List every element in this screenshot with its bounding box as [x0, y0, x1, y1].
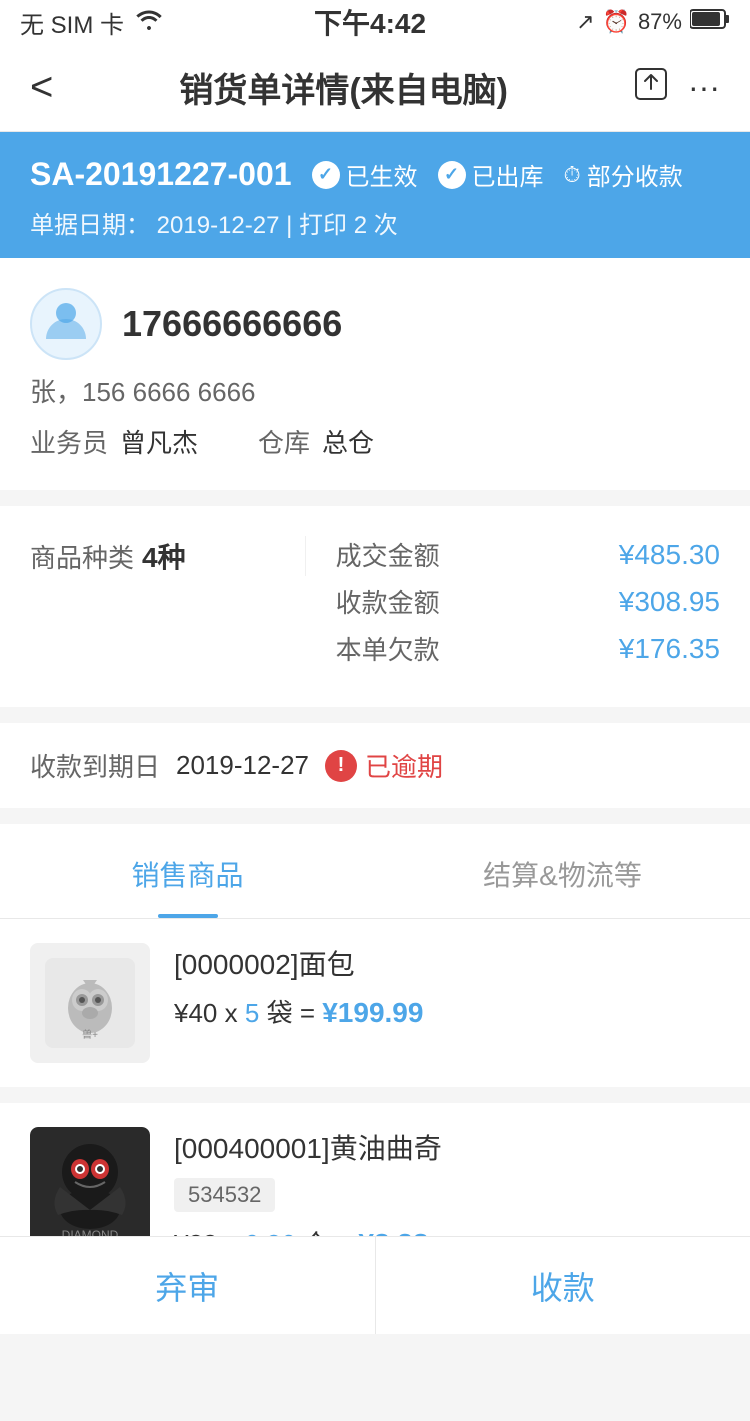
- price-total-1: ¥199.99: [322, 997, 423, 1028]
- confirm-button[interactable]: 收款: [376, 1237, 750, 1334]
- salesperson-label: 业务员: [30, 423, 108, 460]
- print-label: | 打印: [286, 212, 354, 239]
- nav-bar: < 销货单详情(来自电脑) ···: [0, 44, 750, 132]
- product-name-2: [000400001]黄油曲奇: [174, 1127, 720, 1167]
- order-id: SA-20191227-001: [30, 156, 292, 193]
- due-date-value: 2019-12-27: [176, 750, 309, 781]
- product-info-1: [0000002]面包 ¥40 x 5 袋 = ¥199.99: [174, 943, 720, 1030]
- price-x-1: x: [225, 998, 245, 1028]
- owl-dark-icon: DIAMOND: [30, 1127, 150, 1247]
- avatar: [30, 288, 102, 360]
- alarm-icon: ⏰: [603, 9, 630, 35]
- tabs: 销售商品 结算&物流等: [0, 824, 750, 919]
- product-item: 兽+ [0000002]面包 ¥40 x 5 袋 = ¥199.99: [0, 919, 750, 1087]
- product-tag-2: 534532: [174, 1178, 275, 1212]
- overdue-label: 已逾期: [365, 747, 443, 784]
- tab-sales-products[interactable]: 销售商品: [0, 824, 375, 918]
- status-right: ↗ ⏰ 87%: [576, 8, 730, 36]
- bottom-bar: 弃审 收款: [0, 1236, 750, 1334]
- due-date-label: 收款到期日: [30, 747, 160, 784]
- tab-settlement-label: 结算&物流等: [483, 860, 642, 891]
- customer-card: 17666666666 张，156 6666 6666 业务员 曾凡杰 仓库 总…: [0, 258, 750, 490]
- warehouse-value: 总仓: [322, 423, 374, 460]
- received-value: ¥308.95: [619, 586, 720, 618]
- confirm-label: 收款: [531, 1263, 595, 1309]
- salesperson-value: 曾凡杰: [120, 423, 198, 460]
- tab-sales-products-label: 销售商品: [131, 860, 243, 891]
- banner-sub: 单据日期： 2019-12-27 | 打印 2 次: [30, 205, 720, 240]
- badge-activated: ✓ 已生效: [312, 157, 418, 192]
- tab-settlement[interactable]: 结算&物流等: [375, 824, 750, 918]
- product-price-1: ¥40 x 5 袋 = ¥199.99: [174, 993, 720, 1030]
- stats-card: 商品种类 4种 成交金额 ¥485.30 收款金额 ¥308.95 本单欠款 ¥…: [0, 506, 750, 707]
- received-row: 收款金额 ¥308.95: [336, 583, 720, 620]
- more-icon[interactable]: ···: [688, 69, 720, 106]
- status-time: 下午4:42: [314, 2, 426, 42]
- status-bar: 无 SIM 卡 下午4:42 ↗ ⏰ 87%: [0, 0, 750, 44]
- warehouse-item: 仓库 总仓: [258, 423, 374, 460]
- status-left: 无 SIM 卡: [20, 5, 164, 40]
- kinds-row: 商品种类 4种: [30, 536, 305, 576]
- badge-shipped-label: 已出库: [472, 157, 544, 192]
- product-thumb-2: DIAMOND: [30, 1127, 150, 1247]
- product-thumb-1: 兽+: [30, 943, 150, 1063]
- sim-text: 无 SIM 卡: [20, 5, 124, 40]
- date-label: 单据日期：: [30, 212, 150, 239]
- battery-text: 87%: [638, 9, 682, 35]
- svg-text:兽+: 兽+: [82, 1028, 98, 1041]
- kinds-label: 商品种类: [30, 538, 134, 575]
- battery-icon: [690, 8, 730, 36]
- due-amount-value: ¥176.35: [619, 633, 720, 665]
- price-unit-label-1: 袋: [267, 998, 293, 1028]
- nav-title: 销货单详情(来自电脑): [179, 63, 508, 112]
- salesperson-item: 业务员 曾凡杰: [30, 423, 198, 460]
- badge-partial-label: 部分收款: [587, 157, 683, 192]
- price-eq-1: =: [300, 998, 322, 1028]
- print-count: 2: [354, 212, 367, 239]
- product-name-1: [0000002]面包: [174, 943, 720, 983]
- avatar-icon: [44, 297, 88, 352]
- date-value: 2019-12-27: [157, 212, 280, 239]
- price-qty-1: 5: [245, 998, 259, 1028]
- due-amount-row: 本单欠款 ¥176.35: [336, 630, 720, 667]
- badge-activated-label: 已生效: [346, 157, 418, 192]
- stats-amounts: 成交金额 ¥485.30 收款金额 ¥308.95 本单欠款 ¥176.35: [306, 536, 720, 677]
- customer-header: 17666666666: [30, 288, 720, 360]
- share-icon[interactable]: [634, 67, 668, 109]
- price-unit-1: ¥40: [174, 998, 217, 1028]
- customer-meta: 业务员 曾凡杰 仓库 总仓: [30, 423, 720, 460]
- overdue-icon: !: [325, 750, 357, 782]
- transaction-value: ¥485.30: [619, 539, 720, 571]
- customer-phone: 17666666666: [122, 303, 342, 345]
- warehouse-label: 仓库: [258, 423, 310, 460]
- transaction-row: 成交金额 ¥485.30: [336, 536, 720, 573]
- clock-icon: ⏱: [564, 162, 581, 188]
- back-button[interactable]: <: [30, 65, 53, 110]
- wifi-icon: [134, 8, 164, 37]
- location-icon: ↗: [576, 9, 594, 35]
- header-banner: SA-20191227-001 ✓ 已生效 ✓ 已出库 ⏱ 部分收款 单据日期：…: [0, 132, 750, 258]
- product-list: 兽+ [0000002]面包 ¥40 x 5 袋 = ¥199.99: [0, 919, 750, 1285]
- transaction-label: 成交金额: [336, 536, 440, 573]
- check-icon-activated: ✓: [312, 161, 340, 189]
- customer-name-phone: 张，156 6666 6666: [30, 372, 720, 409]
- nav-right: ···: [634, 67, 720, 109]
- print-suffix: 次: [374, 212, 398, 239]
- reject-button[interactable]: 弃审: [0, 1237, 376, 1334]
- stats-kinds: 商品种类 4种: [30, 536, 306, 576]
- owl-gray-icon: 兽+: [30, 943, 150, 1063]
- badge-partial: ⏱ 部分收款: [564, 157, 683, 192]
- received-label: 收款金额: [336, 583, 440, 620]
- kinds-value: 4种: [142, 536, 186, 576]
- due-date-card: 收款到期日 2019-12-27 ! 已逾期: [0, 723, 750, 808]
- nav-left: <: [30, 65, 53, 110]
- overdue-badge: ! 已逾期: [325, 747, 443, 784]
- check-icon-shipped: ✓: [438, 161, 466, 189]
- badge-shipped: ✓ 已出库: [438, 157, 544, 192]
- due-amount-label: 本单欠款: [336, 630, 440, 667]
- reject-label: 弃审: [155, 1263, 219, 1309]
- banner-top: SA-20191227-001 ✓ 已生效 ✓ 已出库 ⏱ 部分收款: [30, 156, 720, 193]
